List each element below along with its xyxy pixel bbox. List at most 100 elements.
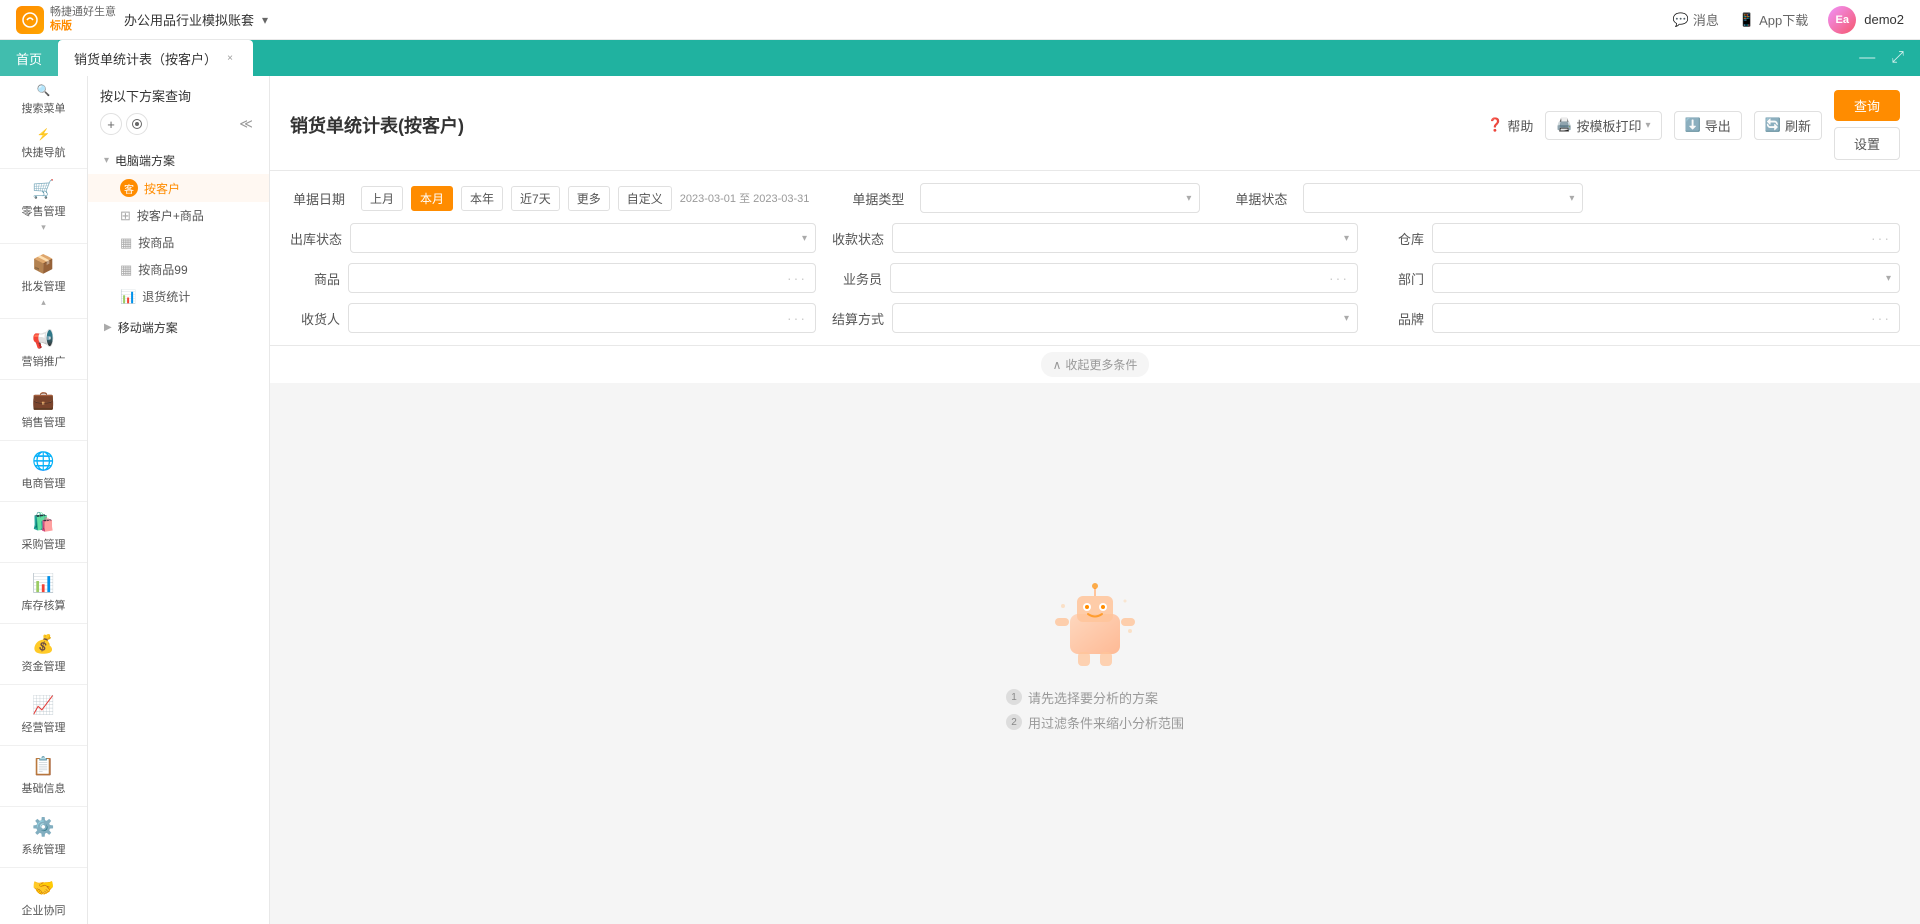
top-header: 畅捷通好生意 标版 办公用品行业模拟账套 ▾ 💬 消息 📱 App下载 Ea d… xyxy=(0,0,1920,40)
sidebar: 🔍 搜索菜单 ⚡ 快捷导航 🛒 零售管理 ▾ 📦 批发管理 ▴ 📢 营销推广 💼… xyxy=(0,76,88,924)
sidebar-item-marketing[interactable]: 📢 营销推广 xyxy=(0,319,87,380)
order-type-label: 单据类型 xyxy=(849,189,904,208)
date-btn-this-month[interactable]: 本月 xyxy=(411,186,453,211)
tab-home[interactable]: 首页 xyxy=(0,40,58,76)
tab-close-btn[interactable]: × xyxy=(223,51,237,65)
sidebar-item-purchase[interactable]: 🛍️ 采购管理 xyxy=(0,502,87,563)
sidebar-item-inventory[interactable]: 📊 库存核算 xyxy=(0,563,87,624)
product-label: 商品 xyxy=(290,269,340,288)
tree-item-by-product99[interactable]: ▦ 按商品99 xyxy=(88,256,269,283)
out-status-select[interactable]: ▾ xyxy=(350,223,816,253)
marketing-icon: 📢 xyxy=(32,329,54,350)
collapse-arrow-icon: ∧ xyxy=(1053,358,1062,372)
sales-icon: 💼 xyxy=(32,390,54,411)
export-btn[interactable]: ⬇️ 导出 xyxy=(1674,111,1742,140)
tab-minimize-icon[interactable]: — xyxy=(1855,45,1879,71)
sidebar-item-wholesale[interactable]: 📦 批发管理 ▴ xyxy=(0,244,87,319)
sidebar-item-ecommerce[interactable]: 🌐 电商管理 xyxy=(0,441,87,502)
tree-mobile-header[interactable]: ▶ 移动端方案 xyxy=(88,314,269,341)
template-print-label: 按模板打印 xyxy=(1577,116,1642,135)
settings-scheme-btn[interactable] xyxy=(126,113,148,135)
app-title-dropdown[interactable]: ▾ xyxy=(262,13,268,27)
department-select[interactable]: ▾ xyxy=(1432,263,1900,293)
wholesale-arrow: ▴ xyxy=(41,297,46,308)
header-right: 💬 消息 📱 App下载 Ea demo2 xyxy=(1673,6,1904,34)
department-label: 部门 xyxy=(1374,269,1424,288)
avatar: Ea xyxy=(1828,6,1856,34)
product-select[interactable]: ··· xyxy=(348,263,816,293)
collection-status-select[interactable]: ▾ xyxy=(892,223,1358,253)
sidebar-item-system[interactable]: ⚙️ 系统管理 xyxy=(0,807,87,868)
sales-label: 销售管理 xyxy=(22,414,66,430)
out-status-label: 出库状态 xyxy=(290,229,342,248)
settlement-label: 结算方式 xyxy=(832,309,884,328)
cooperation-icon: 🤝 xyxy=(32,878,54,899)
collapse-panel-btn[interactable]: ≪ xyxy=(235,113,257,135)
filter-cell-receiver: 收货人 ··· xyxy=(290,303,816,333)
return-stats-icon: 📊 xyxy=(120,289,136,305)
settlement-select[interactable]: ▾ xyxy=(892,303,1358,333)
settings-btn[interactable]: 设置 xyxy=(1834,127,1900,160)
order-type-select[interactable]: ▾ xyxy=(920,183,1200,213)
sidebar-item-finance[interactable]: 💰 资金管理 xyxy=(0,624,87,685)
sidebar-item-quick-nav[interactable]: ⚡ 快捷导航 xyxy=(0,120,87,169)
app-download-action[interactable]: 📱 App下载 xyxy=(1739,10,1808,29)
sidebar-item-retail[interactable]: 🛒 零售管理 ▾ xyxy=(0,169,87,244)
filter-row-2: 出库状态 ▾ 收款状态 ▾ 仓库 xyxy=(290,223,1900,253)
refresh-icon: 🔄 xyxy=(1765,117,1781,133)
refresh-btn[interactable]: 🔄 刷新 xyxy=(1754,111,1822,140)
receiver-select[interactable]: ··· xyxy=(348,303,816,333)
inventory-icon: 📊 xyxy=(32,573,54,594)
query-btn[interactable]: 查询 xyxy=(1834,90,1900,121)
help-action[interactable]: ❓ 帮助 xyxy=(1487,116,1533,135)
date-btn-custom[interactable]: 自定义 xyxy=(618,186,672,211)
filter-cell-settlement: 结算方式 ▾ xyxy=(832,303,1358,333)
filter-cell-department: 部门 ▾ xyxy=(1374,263,1900,293)
salesperson-select[interactable]: ··· xyxy=(890,263,1358,293)
collapse-row: ∧ 收起更多条件 xyxy=(270,346,1920,383)
tree-item-by-product[interactable]: ▦ 按商品 xyxy=(88,229,269,256)
collapse-label: 收起更多条件 xyxy=(1065,356,1137,373)
app-title: 办公用品行业模拟账套 xyxy=(124,10,254,29)
sidebar-item-operations[interactable]: 📈 经营管理 xyxy=(0,685,87,746)
search-label: 搜索菜单 xyxy=(22,100,66,116)
user-profile[interactable]: Ea demo2 xyxy=(1828,6,1904,34)
date-btn-last-month[interactable]: 上月 xyxy=(361,186,403,211)
date-btn-more[interactable]: 更多 xyxy=(568,186,610,211)
template-print-btn[interactable]: 🖨️ 按模板打印 ▾ xyxy=(1545,111,1661,140)
tab-maximize-icon[interactable]: ⤢ xyxy=(1887,45,1908,71)
receiver-dots: ··· xyxy=(787,310,807,326)
content-area: 按以下方案查询 + ≪ ▾ 电脑端方案 xyxy=(88,76,1920,924)
sidebar-item-basic[interactable]: 📋 基础信息 xyxy=(0,746,87,807)
active-tab-label: 销货单统计表（按客户） xyxy=(74,49,217,68)
page-title: 销货单统计表(按客户) xyxy=(290,112,464,138)
date-btn-this-year[interactable]: 本年 xyxy=(461,186,503,211)
print-dropdown-arrow: ▾ xyxy=(1646,120,1651,131)
warehouse-select[interactable]: ··· xyxy=(1432,223,1900,253)
out-status-arrow: ▾ xyxy=(802,233,807,244)
wholesale-icon: 📦 xyxy=(32,254,54,275)
brand-select[interactable]: ··· xyxy=(1432,303,1900,333)
tree-desktop-header[interactable]: ▾ 电脑端方案 xyxy=(88,147,269,174)
left-panel-actions: + ≪ xyxy=(88,111,269,143)
print-icon: 🖨️ xyxy=(1556,117,1572,133)
tab-bar: 首页 销货单统计表（按客户） × — ⤢ xyxy=(0,40,1920,76)
ecommerce-icon: 🌐 xyxy=(32,451,54,472)
order-status-select[interactable]: ▾ xyxy=(1303,183,1583,213)
ecommerce-label: 电商管理 xyxy=(22,475,66,491)
message-action[interactable]: 💬 消息 xyxy=(1673,10,1719,29)
add-scheme-btn[interactable]: + xyxy=(100,113,122,135)
collapse-more-btn[interactable]: ∧ 收起更多条件 xyxy=(1041,352,1150,377)
tab-active[interactable]: 销货单统计表（按客户） × xyxy=(58,40,253,76)
tree-item-by-customer[interactable]: 客 按客户 xyxy=(88,174,269,202)
brand-label: 品牌 xyxy=(1374,309,1424,328)
sidebar-item-sales[interactable]: 💼 销售管理 xyxy=(0,380,87,441)
sidebar-item-cooperation[interactable]: 🤝 企业协同 xyxy=(0,868,87,924)
sidebar-search[interactable]: 🔍 搜索菜单 xyxy=(0,76,87,120)
tree-mobile-label: 移动端方案 xyxy=(118,319,178,336)
date-btn-7days[interactable]: 近7天 xyxy=(511,186,560,211)
return-stats-label: 退货统计 xyxy=(142,288,190,305)
tree-item-by-customer-product[interactable]: ⊞ 按客户+商品 xyxy=(88,202,269,229)
tip-num-1: 1 xyxy=(1006,689,1022,705)
tree-item-return-stats[interactable]: 📊 退货统计 xyxy=(88,283,269,310)
